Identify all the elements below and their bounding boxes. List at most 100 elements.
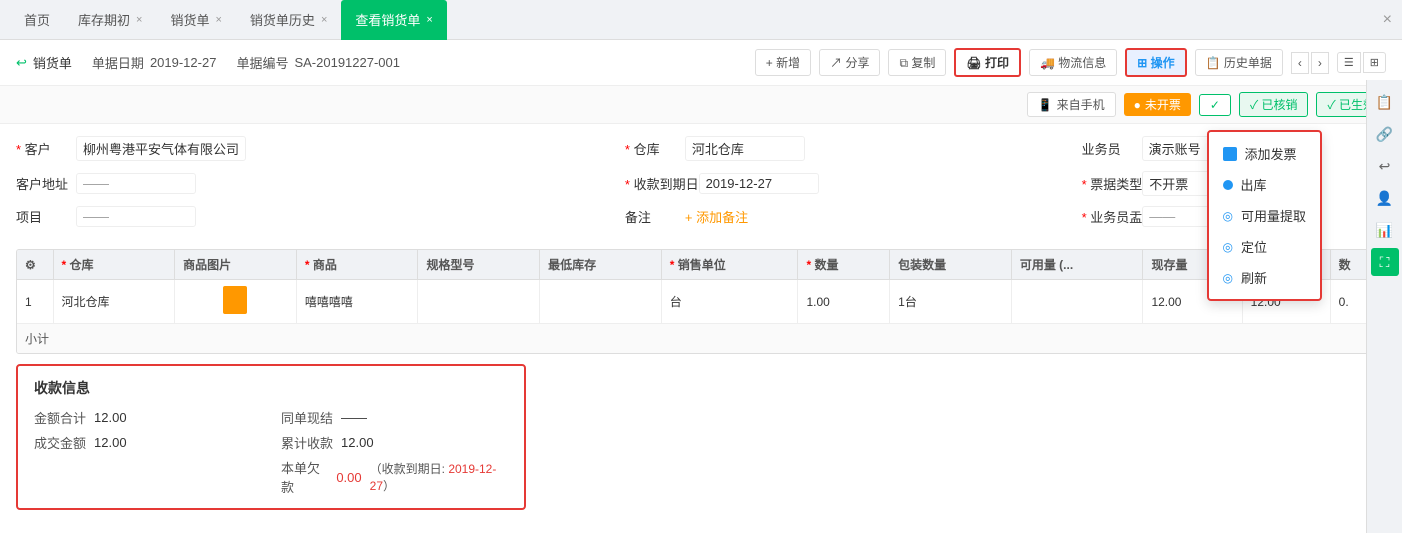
row-available — [1011, 280, 1143, 324]
operation-button[interactable]: ⊞ 操作 — [1125, 48, 1186, 77]
same-order-settle-item: 同单现结 —— — [281, 408, 508, 427]
cumulative-payment-item: 累计收款 12.00 — [281, 433, 508, 452]
main-content: ↩ 销货单 单据日期 2019-12-27 单据编号 SA-20191227-0… — [0, 40, 1402, 533]
address-label: 客户地址 — [16, 174, 76, 193]
dropdown-available-extract[interactable]: ◎ 可用量提取 — [1209, 200, 1321, 231]
sidebar-chart-icon[interactable]: 📊 — [1371, 216, 1399, 244]
tab-close-history[interactable]: × — [321, 14, 327, 26]
note-field: 备注 添加备注 — [625, 207, 1082, 226]
dropdown-outbound[interactable]: 出库 — [1209, 169, 1321, 200]
tab-close-view[interactable]: × — [426, 14, 432, 26]
nav-arrows: ‹ › — [1291, 52, 1329, 74]
col-available: 可用量 (... — [1011, 250, 1143, 280]
list-view-button[interactable]: ☰ — [1337, 52, 1361, 73]
customer-value: 柳州粤港平安气体有限公司 — [76, 136, 246, 161]
document-title: ↩ 销货单 — [16, 53, 72, 72]
customer-field: 客户 柳州粤港平安气体有限公司 — [16, 136, 625, 161]
toolbar-row: 📱 来自手机 ● 未开票 ✓ ✓ 已核销 ✓ 已生效 — [0, 86, 1402, 124]
tab-sales-order[interactable]: 销货单 × — [156, 0, 235, 40]
dropdown-refresh[interactable]: ◎ 刷新 — [1209, 262, 1321, 293]
add-invoice-icon — [1223, 147, 1237, 161]
form-row-3: 项目 —— 备注 添加备注 业务员盂 —— — [16, 206, 1386, 227]
form-row-2: 客户地址 —— 收款到期日 2019-12-27 票据类型 不开票 — [16, 171, 1386, 196]
completed-button[interactable]: ✓ — [1199, 94, 1231, 116]
due-date-label: 收款到期日 — [625, 174, 699, 193]
table-header-row: ⚙ 仓库 商品图片 商品 规格型号 最低库存 销售单位 数量 包装数量 可用量 … — [17, 250, 1385, 280]
col-image: 商品图片 — [175, 250, 297, 280]
row-spec — [418, 280, 540, 324]
date-value: 2019-12-27 — [150, 55, 217, 70]
tab-inventory-init[interactable]: 库存期初 × — [64, 0, 156, 40]
tab-bar: 首页 库存期初 × 销货单 × 销货单历史 × 查看销货单 × × — [0, 0, 1402, 40]
sidebar-return-icon[interactable]: ↩ — [1371, 152, 1399, 180]
col-gear[interactable]: ⚙ — [17, 250, 53, 280]
col-package-qty: 包装数量 — [890, 250, 1012, 280]
view-toggle: ☰ ⊞ — [1337, 52, 1386, 73]
customer-label: 客户 — [16, 139, 76, 158]
from-phone-button[interactable]: 📱 来自手机 — [1027, 92, 1116, 117]
total-amount-item: 金额合计 12.00 — [34, 408, 261, 427]
ticket-type-label: 票据类型 — [1082, 174, 1143, 193]
project-field: 项目 —— — [16, 206, 625, 227]
tab-close-sales[interactable]: × — [215, 14, 221, 26]
warehouse-field: 仓库 河北仓库 — [625, 136, 1082, 161]
address-value: —— — [76, 173, 196, 194]
sidebar-doc-icon[interactable]: 📋 — [1371, 88, 1399, 116]
new-button[interactable]: + 新增 — [755, 49, 811, 76]
doc-date-field: 单据日期 2019-12-27 — [92, 53, 217, 72]
tab-home[interactable]: 首页 — [10, 0, 64, 40]
copy-button[interactable]: ⧉ 复制 — [888, 49, 946, 76]
warehouse-label: 仓库 — [625, 139, 685, 158]
products-table: ⚙ 仓库 商品图片 商品 规格型号 最低库存 销售单位 数量 包装数量 可用量 … — [17, 250, 1385, 353]
row-min-stock — [540, 280, 662, 324]
sidebar-link-icon[interactable]: 🔗 — [1371, 120, 1399, 148]
col-min-stock: 最低库存 — [540, 250, 662, 280]
doc-type-label: 销货单 — [33, 53, 72, 72]
gear-icon[interactable]: ⚙ — [25, 258, 36, 272]
document-header: ↩ 销货单 单据日期 2019-12-27 单据编号 SA-20191227-0… — [0, 40, 1402, 86]
grid-view-button[interactable]: ⊞ — [1363, 52, 1386, 73]
not-invoiced-button[interactable]: ● 未开票 — [1124, 93, 1191, 116]
complete-icon: ✓ — [1210, 98, 1220, 112]
subtotal-label: 小计 — [17, 324, 1385, 354]
tab-sales-history[interactable]: 销货单历史 × — [236, 0, 341, 40]
logistics-button[interactable]: 🚚 物流信息 — [1029, 49, 1117, 76]
project-value: —— — [76, 206, 196, 227]
tab-close-inventory[interactable]: × — [136, 14, 142, 26]
dropdown-add-invoice[interactable]: 添加发票 — [1209, 138, 1321, 169]
doc-type-icon: ↩ — [16, 55, 27, 71]
add-note-button[interactable]: 添加备注 — [685, 207, 748, 226]
window-close-button[interactable]: × — [1383, 11, 1392, 29]
document-actions: + 新增 ↗ 分享 ⧉ 复制 🖨 打印 🚚 物流信息 ⊞ 操作 📋 历史单据 ‹… — [755, 48, 1386, 77]
phone-icon: 📱 — [1038, 98, 1053, 112]
summary-box: 收款信息 金额合计 12.00 同单现结 —— 成交金额 12.00 累计收款 … — [16, 364, 526, 510]
tab-view-sales[interactable]: 查看销货单 × — [341, 0, 446, 40]
row-product: 嘻嘻嘻嘻 — [296, 280, 418, 324]
product-image — [223, 286, 247, 314]
history-docs-button[interactable]: 📋 历史单据 — [1195, 49, 1283, 76]
form-row-1: 客户 柳州粤港平安气体有限公司 仓库 河北仓库 业务员 演示账号 — [16, 136, 1386, 161]
prev-button[interactable]: ‹ — [1291, 52, 1309, 74]
summary-title: 收款信息 — [34, 378, 508, 398]
project-label: 项目 — [16, 207, 76, 226]
col-product: 商品 — [296, 250, 418, 280]
sidebar-expand-icon[interactable]: ⛶ — [1371, 248, 1399, 276]
form-area: 客户 柳州粤港平安气体有限公司 仓库 河北仓库 业务员 演示账号 客户地址 —— — [0, 124, 1402, 249]
invoice-status-icon: ● — [1134, 98, 1141, 112]
refresh-icon: ◎ — [1223, 271, 1233, 285]
sidebar-user-icon[interactable]: 👤 — [1371, 184, 1399, 212]
next-button[interactable]: › — [1311, 52, 1329, 74]
share-button[interactable]: ↗ 分享 — [819, 49, 880, 76]
print-button[interactable]: 🖨 打印 — [954, 48, 1021, 77]
checked-off-button[interactable]: ✓ 已核销 — [1239, 92, 1309, 117]
staff-label: 业务员 — [1082, 139, 1142, 158]
row-unit: 台 — [661, 280, 798, 324]
address-field: 客户地址 —— — [16, 173, 625, 194]
document-meta: 单据日期 2019-12-27 单据编号 SA-20191227-001 — [92, 53, 400, 72]
dropdown-locate[interactable]: ◎ 定位 — [1209, 231, 1321, 262]
operation-dropdown: 添加发票 出库 ◎ 可用量提取 ◎ 定位 ◎ 刷新 — [1207, 130, 1323, 301]
current-debt-item: 本单欠款 0.00 （收款到期日: 2019-12-27） — [281, 458, 508, 496]
subtotal-row: 小计 — [17, 324, 1385, 354]
staff2-label: 业务员盂 — [1082, 207, 1143, 226]
row-quantity: 1.00 — [798, 280, 890, 324]
